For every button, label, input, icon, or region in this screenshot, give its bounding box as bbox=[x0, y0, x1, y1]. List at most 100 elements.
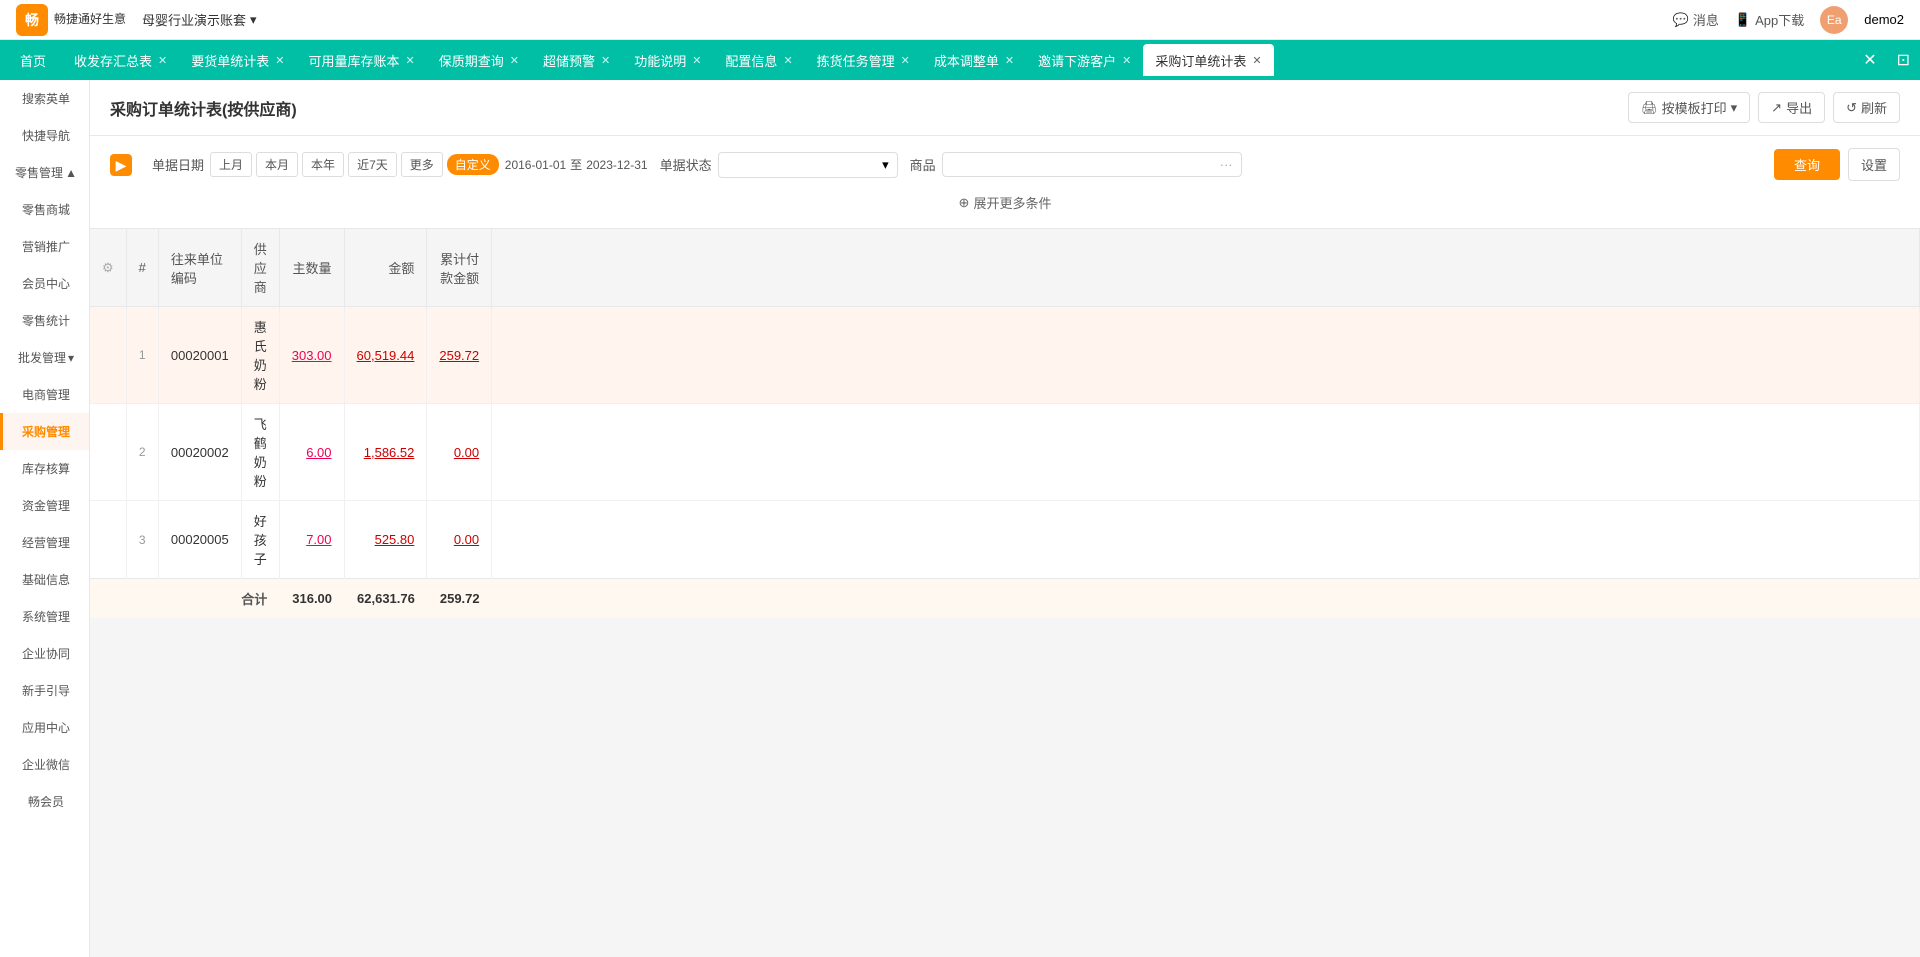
filter-goods-input[interactable] bbox=[951, 157, 1220, 172]
top-bar: 畅 畅捷通好生意 母婴行业演示账套 ▾ 💬 消息 📱 App下载 Ea demo… bbox=[0, 0, 1920, 40]
filter-date-zidingyi-tag[interactable]: 自定义 bbox=[447, 154, 499, 175]
filter-date-jin7-button[interactable]: 近7天 bbox=[348, 152, 397, 177]
app-download-button[interactable]: 📱 App下载 bbox=[1735, 10, 1804, 29]
app-icon: 📱 bbox=[1735, 12, 1751, 28]
row-paid-cell[interactable]: 0.00 bbox=[427, 501, 492, 579]
col-settings[interactable]: ⚙ bbox=[90, 229, 126, 307]
lingshao-chevron-icon: ▲ bbox=[65, 166, 77, 180]
print-chevron-icon: ▾ bbox=[1731, 100, 1738, 116]
nav-maximize-icon[interactable]: ⊡ bbox=[1891, 50, 1916, 70]
tab-chengben[interactable]: 成本调整单 ✕ bbox=[922, 44, 1026, 76]
sidebar-item-lingshao-shangcheng[interactable]: 零售商城 bbox=[0, 191, 89, 228]
row-settings-cell bbox=[90, 501, 126, 579]
tab-keyong[interactable]: 可用量库存账本 ✕ bbox=[296, 44, 426, 76]
nav-tabs: 首页 收发存汇总表 ✕ 要货单统计表 ✕ 可用量库存账本 ✕ 保质期查询 ✕ 超… bbox=[0, 40, 1920, 80]
sidebar-item-lingshao[interactable]: 零售管理 ▲ bbox=[0, 154, 89, 191]
filter-row: ▶ 单据日期 上月 本月 本年 近7天 更多 自定义 2016-01-01 至 bbox=[110, 148, 1900, 181]
sidebar-item-kuaijie[interactable]: 快捷导航 bbox=[0, 117, 89, 154]
tab-chaochui-label: 超储预警 bbox=[543, 51, 595, 70]
nav-close-icon[interactable]: ✕ bbox=[1857, 50, 1882, 70]
message-button[interactable]: 💬 消息 bbox=[1673, 10, 1719, 29]
tab-baozhi[interactable]: 保质期查询 ✕ bbox=[427, 44, 531, 76]
tab-yaohuo-label: 要货单统计表 bbox=[191, 51, 269, 70]
row-qty-cell: 303.00 bbox=[279, 307, 344, 404]
tab-chaochui[interactable]: 超储预警 ✕ bbox=[531, 44, 622, 76]
row-paid-cell[interactable]: 259.72 bbox=[427, 307, 492, 404]
export-button[interactable]: ↗ 导出 bbox=[1758, 92, 1825, 123]
tab-yaoqing[interactable]: 邀请下游客户 ✕ bbox=[1026, 44, 1143, 76]
filter-date-gengduo-button[interactable]: 更多 bbox=[401, 152, 443, 177]
tab-shofafa[interactable]: 收发存汇总表 ✕ bbox=[62, 44, 179, 76]
workspace-chevron-icon: ▾ bbox=[250, 12, 257, 28]
sidebar-item-caigou[interactable]: 采购管理 bbox=[0, 413, 89, 450]
refresh-icon: ↺ bbox=[1846, 100, 1857, 116]
tab-caigou[interactable]: 采购订单统计表 ✕ bbox=[1143, 44, 1273, 76]
refresh-button[interactable]: ↺ 刷新 bbox=[1833, 92, 1900, 123]
sidebar-item-huiyuan[interactable]: 会员中心 bbox=[0, 265, 89, 302]
filter-toggle-icon[interactable]: ▶ bbox=[110, 154, 132, 176]
row-paid-cell[interactable]: 0.00 bbox=[427, 404, 492, 501]
row-amount-cell[interactable]: 60,519.44 bbox=[344, 307, 427, 404]
filter-status-select[interactable]: ▾ bbox=[718, 152, 898, 178]
avatar[interactable]: Ea bbox=[1820, 6, 1848, 34]
tab-yaoqing-close-icon[interactable]: ✕ bbox=[1122, 54, 1131, 67]
expand-more-label: 展开更多条件 bbox=[973, 193, 1051, 212]
workspace-selector[interactable]: 母婴行业演示账套 ▾ bbox=[134, 10, 265, 29]
filter-date-item: 单据日期 上月 本月 本年 近7天 更多 自定义 2016-01-01 至 20… bbox=[152, 152, 648, 177]
sidebar-item-dianshang[interactable]: 电商管理 bbox=[0, 376, 89, 413]
row-amount-cell[interactable]: 1,586.52 bbox=[344, 404, 427, 501]
layout: 搜索英单 快捷导航 零售管理 ▲ 零售商城 营销推广 会员中心 零售统计 批发管… bbox=[0, 80, 1920, 957]
logo: 畅 畅捷通好生意 bbox=[16, 4, 126, 36]
table-row: 2 00020002 飞鹤奶粉 6.00 1,586.52 0.00 bbox=[90, 404, 1920, 501]
nav-home-tab[interactable]: 首页 bbox=[4, 44, 62, 76]
user-name[interactable]: demo2 bbox=[1864, 12, 1904, 27]
query-button[interactable]: 查询 bbox=[1774, 149, 1840, 180]
filter-goods-dots-icon[interactable]: ··· bbox=[1220, 157, 1233, 172]
sidebar-item-pifa[interactable]: 批发管理 ▾ bbox=[0, 339, 89, 376]
filter-date-sep: 至 bbox=[570, 156, 582, 173]
sidebar-item-qiye-weixin[interactable]: 企业微信 bbox=[0, 746, 89, 783]
row-amount-cell[interactable]: 525.80 bbox=[344, 501, 427, 579]
tab-shofafa-close-icon[interactable]: ✕ bbox=[158, 54, 167, 67]
filter-date-ben-button[interactable]: 本月 bbox=[256, 152, 298, 177]
filter-date-shang-button[interactable]: 上月 bbox=[210, 152, 252, 177]
tab-gongnengshuoming-close-icon[interactable]: ✕ bbox=[692, 54, 701, 67]
sidebar-item-search[interactable]: 搜索英单 bbox=[0, 80, 89, 117]
export-label: 导出 bbox=[1786, 98, 1812, 117]
sidebar-item-yingyong[interactable]: 应用中心 bbox=[0, 709, 89, 746]
sidebar-item-xitong[interactable]: 系统管理 bbox=[0, 598, 89, 635]
footer-paid-cell: 259.72 bbox=[427, 579, 492, 619]
tab-tuohuo[interactable]: 拣货任务管理 ✕ bbox=[805, 44, 922, 76]
expand-more-button[interactable]: ⊕ 展开更多条件 bbox=[947, 189, 1064, 216]
sidebar-item-kucun[interactable]: 库存核算 bbox=[0, 450, 89, 487]
tab-gongnengshuoming[interactable]: 功能说明 ✕ bbox=[622, 44, 713, 76]
export-icon: ↗ bbox=[1771, 100, 1782, 116]
tab-chengben-close-icon[interactable]: ✕ bbox=[1005, 54, 1014, 67]
nav-end: ✕ ⊡ bbox=[1857, 50, 1916, 70]
sidebar-item-zijin[interactable]: 资金管理 bbox=[0, 487, 89, 524]
filter-status-label: 单据状态 bbox=[660, 155, 712, 174]
tab-yaohuo[interactable]: 要货单统计表 ✕ bbox=[179, 44, 296, 76]
tab-peizhi-close-icon[interactable]: ✕ bbox=[783, 54, 792, 67]
row-supplier-cell: 好孩子 bbox=[241, 501, 279, 579]
filter-settings-button[interactable]: 设置 bbox=[1848, 148, 1900, 181]
tab-tuohuo-close-icon[interactable]: ✕ bbox=[901, 54, 910, 67]
tab-yaohuo-close-icon[interactable]: ✕ bbox=[275, 54, 284, 67]
sidebar-item-yingxiao[interactable]: 营销推广 bbox=[0, 228, 89, 265]
sidebar-item-xinshou[interactable]: 新手引导 bbox=[0, 672, 89, 709]
sidebar-item-jichu[interactable]: 基础信息 bbox=[0, 561, 89, 598]
tab-caigou-close-icon[interactable]: ✕ bbox=[1252, 54, 1261, 67]
print-label: 按模板打印 bbox=[1662, 98, 1727, 117]
table-row: 3 00020005 好孩子 7.00 525.80 0.00 bbox=[90, 501, 1920, 579]
sidebar-item-changhui[interactable]: 畅会员 bbox=[0, 783, 89, 820]
tab-keyong-close-icon[interactable]: ✕ bbox=[406, 54, 415, 67]
tab-baozhi-close-icon[interactable]: ✕ bbox=[510, 54, 519, 67]
sidebar-item-jingying[interactable]: 经营管理 bbox=[0, 524, 89, 561]
filter-date-bennian-button[interactable]: 本年 bbox=[302, 152, 344, 177]
print-button[interactable]: 🖨 按模板打印 ▾ bbox=[1628, 92, 1750, 123]
tab-peizhi[interactable]: 配置信息 ✕ bbox=[713, 44, 804, 76]
sidebar-item-lingshao-tongji[interactable]: 零售统计 bbox=[0, 302, 89, 339]
tab-chaochui-close-icon[interactable]: ✕ bbox=[601, 54, 610, 67]
filter-goods-item: 商品 ··· bbox=[910, 152, 1242, 177]
sidebar-item-qiye-xietong[interactable]: 企业协同 bbox=[0, 635, 89, 672]
